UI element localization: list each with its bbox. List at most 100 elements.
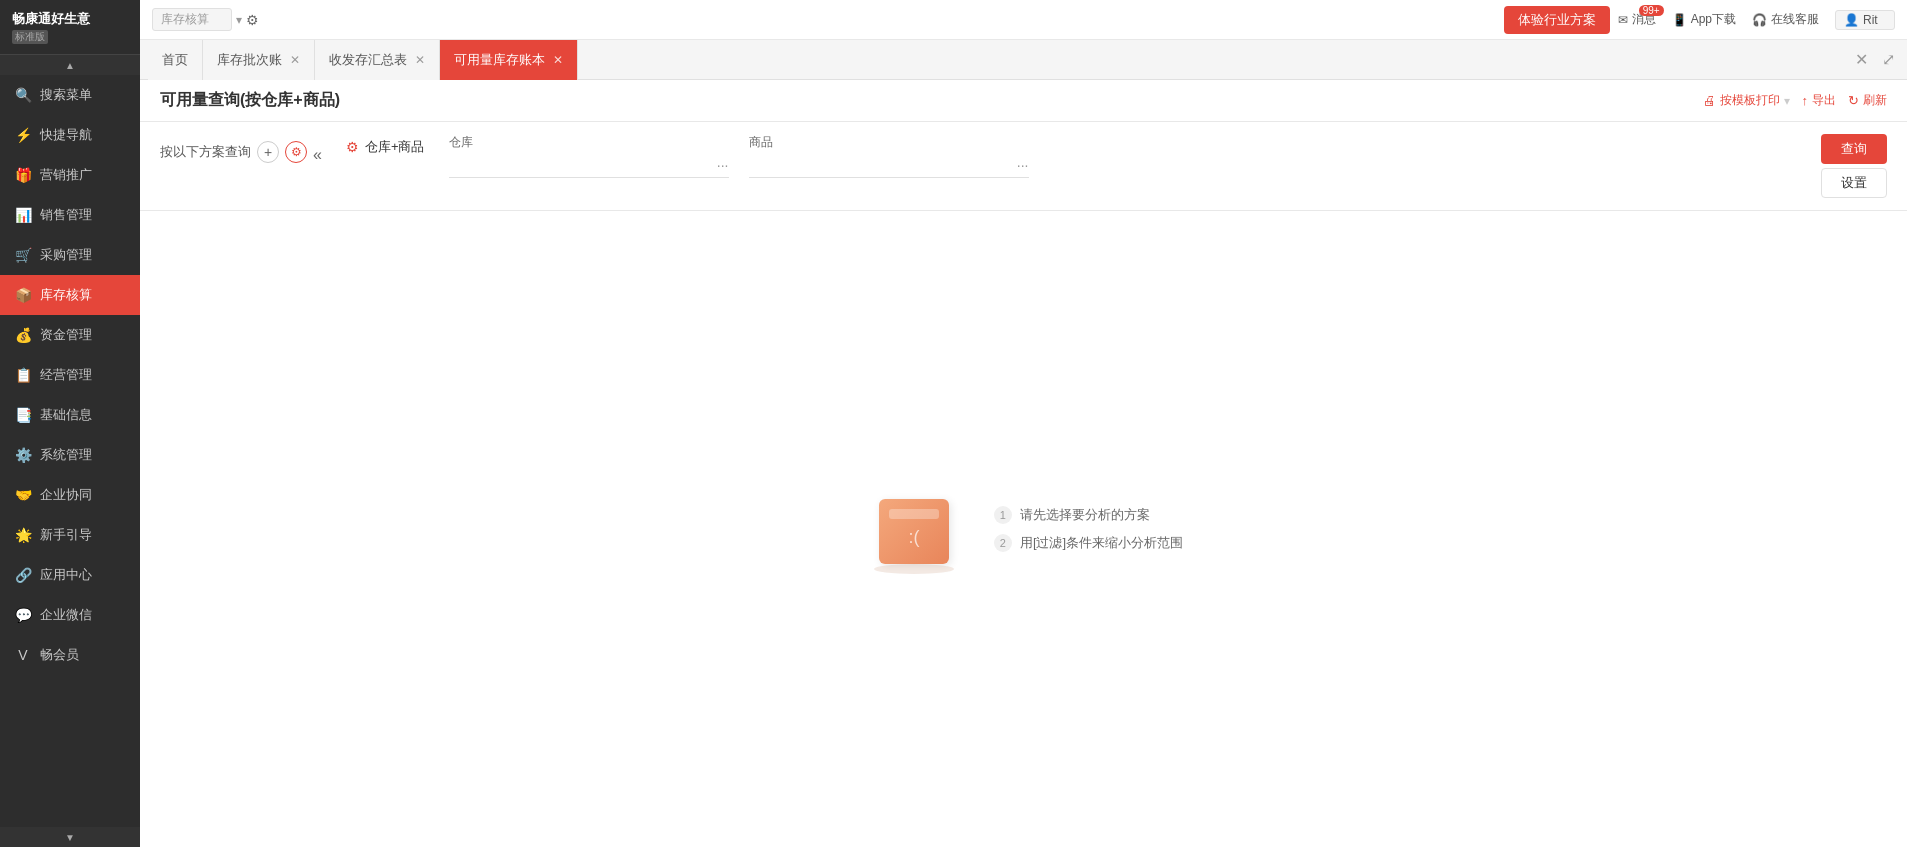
product-input-container[interactable]: ··· [749,153,1029,178]
tab-actions: ✕ ⤢ [1851,46,1899,73]
filter-add-button[interactable]: + [257,141,279,163]
user-menu[interactable]: 👤 Rit [1835,10,1895,30]
empty-illustration [864,479,964,579]
scheme-icon: ⚙ [346,139,359,155]
printer-icon: 🖨 [1703,93,1716,108]
filter-setting-button[interactable]: ⚙ [285,141,307,163]
chevron-down-icon: ▾ [236,13,242,27]
sidebar-item-inventory[interactable]: 📦 库存核算 [0,275,140,315]
tab-close-icon[interactable]: ✕ [553,53,563,67]
vip-icon: V [14,646,32,664]
warehouse-dots-icon[interactable]: ··· [717,157,729,173]
sidebar-item-appcenter[interactable]: 🔗 应用中心 [0,555,140,595]
sidebar-item-business[interactable]: 📋 经营管理 [0,355,140,395]
query-btn-group: 查询 设置 [1821,134,1887,198]
filter-scheme-item[interactable]: ⚙ 仓库+商品 [338,134,433,160]
refresh-icon: ↻ [1848,93,1859,108]
print-button[interactable]: 🖨 按模板打印 ▾ [1703,92,1790,109]
message-badge: 99+ [1639,5,1664,16]
export-label: 导出 [1812,92,1836,109]
clipboard-icon: 📋 [14,366,32,384]
sidebar-item-sales[interactable]: 📊 销售管理 [0,195,140,235]
query-button[interactable]: 查询 [1821,134,1887,164]
filter-fields: 仓库 ··· 商品 ··· [449,134,1806,178]
export-button[interactable]: ↑ 导出 [1802,92,1837,109]
tab-home-label: 首页 [162,51,188,69]
box-icon: 📦 [14,286,32,304]
header-right: ✉ 消息 99+ 📱 App下载 🎧 在线客服 👤 Rit [1618,10,1895,30]
gift-icon: 🎁 [14,166,32,184]
sidebar-item-purchase[interactable]: 🛒 采购管理 [0,235,140,275]
sidebar-item-label: 销售管理 [40,206,92,224]
tab-close-icon[interactable]: ✕ [415,53,425,67]
link-icon: 🔗 [14,566,32,584]
filter-schemes: ⚙ 仓库+商品 [338,134,433,160]
sidebar-item-label: 搜索菜单 [40,86,92,104]
product-field: 商品 ··· [749,134,1029,178]
sidebar-item-label: 资金管理 [40,326,92,344]
cart-icon: 🛒 [14,246,32,264]
setting-button[interactable]: 设置 [1821,168,1887,198]
sidebar-item-label: 快捷导航 [40,126,92,144]
tab-close-icon[interactable]: ✕ [290,53,300,67]
empty-hint-2: 2 用[过滤]条件来缩小分析范围 [994,534,1183,552]
sidebar-item-system[interactable]: ⚙️ 系统管理 [0,435,140,475]
sidebar-item-search[interactable]: 🔍 搜索菜单 [0,75,140,115]
message-button[interactable]: ✉ 消息 99+ [1618,11,1656,28]
version-tag: 标准版 [12,30,48,44]
hint-number-2: 2 [994,534,1012,552]
sidebar-item-wechat[interactable]: 💬 企业微信 [0,595,140,635]
sidebar-item-basic[interactable]: 📑 基础信息 [0,395,140,435]
tab-batch[interactable]: 库存批次账 ✕ [203,40,315,80]
warehouse-input[interactable] [449,158,713,173]
sidebar-item-label: 基础信息 [40,406,92,424]
sidebar-item-label: 采购管理 [40,246,92,264]
page-header-actions: 🖨 按模板打印 ▾ ↑ 导出 ↻ 刷新 [1703,92,1888,109]
app-download-label: App下载 [1691,11,1736,28]
tab-available[interactable]: 可用量库存账本 ✕ [440,40,578,80]
trial-button[interactable]: 体验行业方案 [1504,6,1610,34]
main-area: 库存核算 ▾ ⚙ 体验行业方案 ✉ 消息 99+ 📱 App下载 🎧 在线客服 … [140,0,1907,847]
sidebar-menu: 🔍 搜索菜单 ⚡ 快捷导航 🎁 营销推广 📊 销售管理 🛒 采购管理 📦 库存核… [0,75,140,827]
warehouse-input-container[interactable]: ··· [449,153,729,178]
service-button[interactable]: 🎧 在线客服 [1752,11,1819,28]
sidebar-item-enterprise[interactable]: 🤝 企业协同 [0,475,140,515]
sidebar-item-label: 营销推广 [40,166,92,184]
message-icon: ✉ [1618,13,1628,27]
filter-section: 按以下方案查询 + ⚙ « ⚙ 仓库+商品 仓库 ··· [140,122,1907,211]
chat-icon: 💬 [14,606,32,624]
shortcut-icon: ⚡ [14,126,32,144]
headset-icon: 🎧 [1752,13,1767,27]
empty-box-icon [879,499,949,564]
sidebar-item-label: 应用中心 [40,566,92,584]
sidebar-item-marketing[interactable]: 🎁 营销推广 [0,155,140,195]
gear-icon: ⚙️ [14,446,32,464]
settings-icon[interactable]: ⚙ [246,12,259,28]
sidebar-item-shortcut[interactable]: ⚡ 快捷导航 [0,115,140,155]
tab-expand-button[interactable]: ⤢ [1878,46,1899,73]
tab-summary[interactable]: 收发存汇总表 ✕ [315,40,440,80]
sidebar-item-newuser[interactable]: 🌟 新手引导 [0,515,140,555]
sidebar-item-finance[interactable]: 💰 资金管理 [0,315,140,355]
tab-home[interactable]: 首页 [148,40,203,80]
warehouse-label: 仓库 [449,134,729,151]
sidebar-scroll-up[interactable]: ▲ [0,55,140,75]
tab-available-label: 可用量库存账本 [454,51,545,69]
product-input[interactable] [749,158,1013,173]
sidebar-logo: 畅康通好生意 标准版 [0,0,140,55]
user-name: Rit [1863,13,1878,27]
filter-collapse-icon[interactable]: « [313,140,322,164]
breadcrumb: 库存核算 ▾ ⚙ [152,8,1496,31]
app-download-button[interactable]: 📱 App下载 [1672,11,1736,28]
tab-close-button[interactable]: ✕ [1851,46,1872,73]
hint-text-2: 用[过滤]条件来缩小分析范围 [1020,534,1183,552]
hint-number-1: 1 [994,506,1012,524]
sidebar-item-label: 库存核算 [40,286,92,304]
refresh-button[interactable]: ↻ 刷新 [1848,92,1887,109]
empty-hint-1: 1 请先选择要分析的方案 [994,506,1183,524]
sidebar: 畅康通好生意 标准版 ▲ 🔍 搜索菜单 ⚡ 快捷导航 🎁 营销推广 📊 销售管理… [0,0,140,847]
sidebar-item-member[interactable]: V 畅会员 [0,635,140,675]
product-dots-icon[interactable]: ··· [1017,157,1029,173]
breadcrumb-text: 库存核算 [152,8,232,31]
sidebar-scroll-down[interactable]: ▼ [0,827,140,847]
